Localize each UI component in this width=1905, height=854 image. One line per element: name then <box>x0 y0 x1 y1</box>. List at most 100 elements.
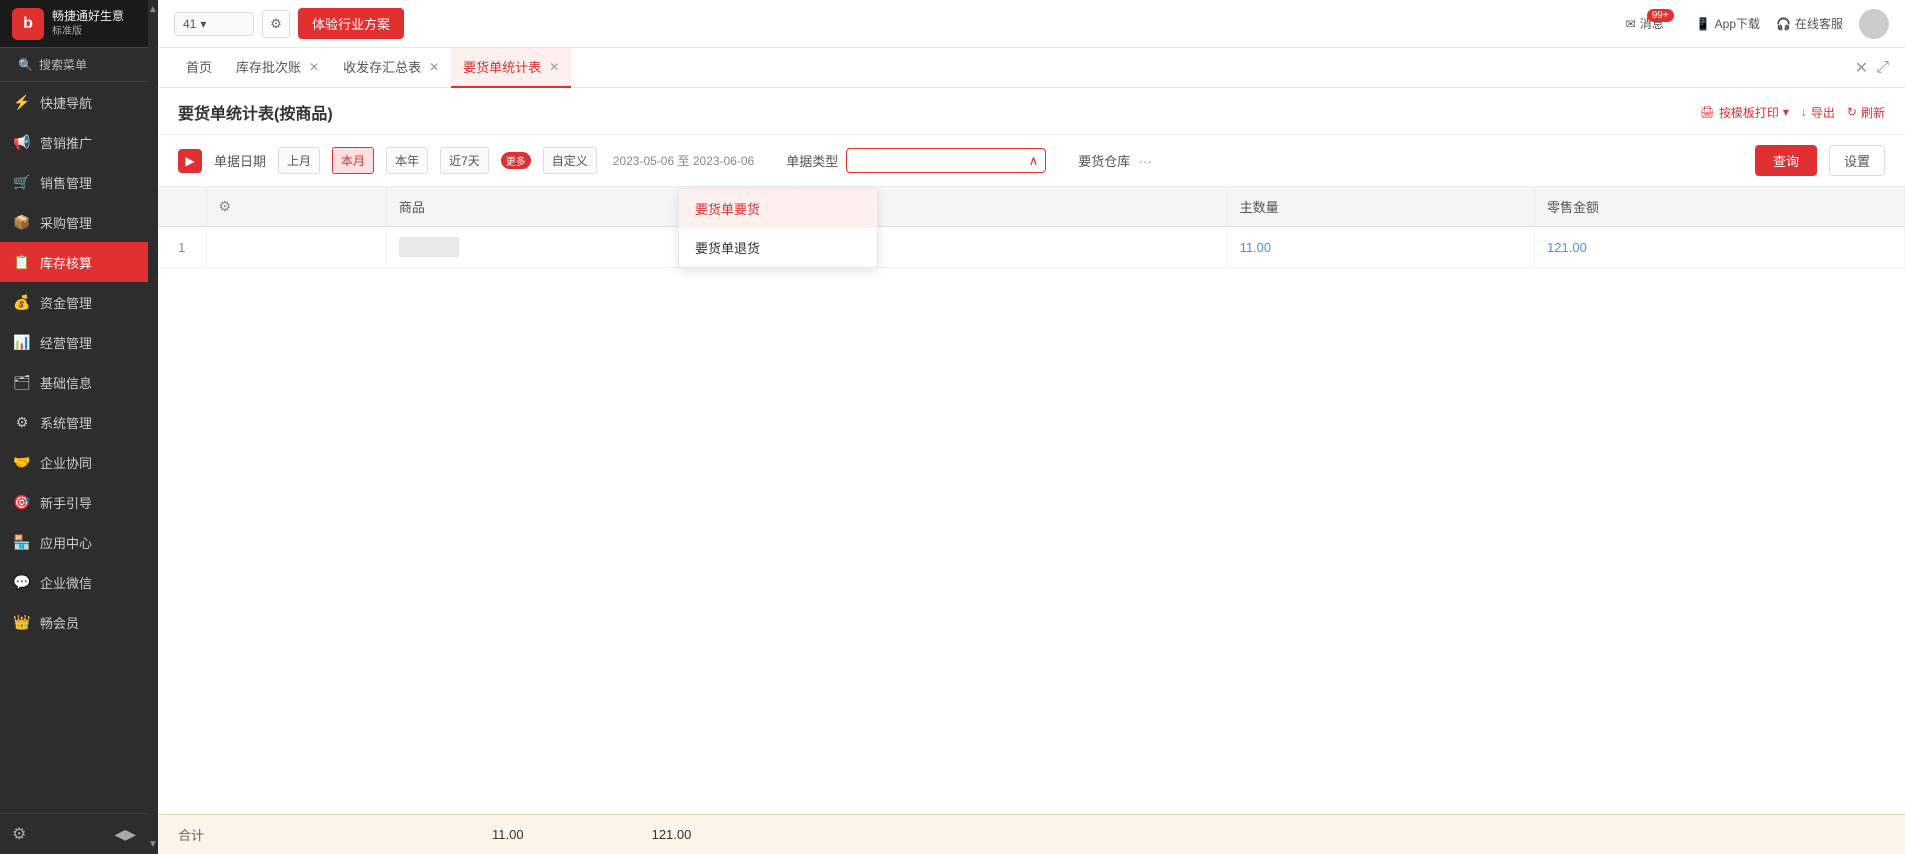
tab-home[interactable]: 首页 <box>174 48 224 88</box>
industry-btn[interactable]: 体验行业方案 <box>298 8 404 39</box>
filter-bar: ▶ 单据日期 上月 本月 本年 近7天 更多 自定义 2023-05-06 至 … <box>158 135 1905 187</box>
date-this-year-btn[interactable]: 本年 <box>386 147 428 174</box>
sidebar-item-label: 畅会员 <box>40 613 79 632</box>
sidebar-item-basics[interactable]: 🗂 基础信息 <box>0 362 148 402</box>
footer-label: 合计 <box>178 825 204 844</box>
cell-seq: 1 <box>158 227 206 268</box>
tab-batch-account[interactable]: 库存批次账 ✕ <box>224 48 331 88</box>
quantity-link[interactable]: 11.00 <box>1240 240 1272 255</box>
tab-collect-label: 收发存汇总表 <box>343 57 421 76</box>
expand-icon: ▶ <box>185 154 194 168</box>
sidebar-item-guide[interactable]: 🎯 新手引导 <box>0 482 148 522</box>
tab-collect-close[interactable]: ✕ <box>429 60 439 74</box>
print-btn[interactable]: 🖨 按模板打印 ▾ <box>1700 104 1789 121</box>
col-amount: 零售金额 <box>1535 187 1905 227</box>
sidebar-item-collab[interactable]: 🤝 企业协同 <box>0 442 148 482</box>
amount-link[interactable]: 121.00 <box>1547 240 1587 255</box>
date-this-month-btn[interactable]: 本月 <box>332 147 374 174</box>
tab-batch-close[interactable]: ✕ <box>309 60 319 74</box>
tab-maximize-btn[interactable]: ✕ ⤢ <box>1855 58 1889 78</box>
user-avatar[interactable] <box>1859 9 1889 39</box>
type-arrow-icon[interactable]: ∧ <box>1029 153 1039 169</box>
date-7days-btn[interactable]: 近7天 <box>440 147 489 174</box>
inventory-icon: 📋 <box>12 252 32 272</box>
topbar-left: 41 ▾ ⚙ 体验行业方案 <box>174 8 404 39</box>
dropdown-item-order-return[interactable]: 要货单退货 <box>679 228 877 267</box>
tab-order-stats[interactable]: 要货单统计表 ✕ <box>451 48 571 88</box>
date-more-badge[interactable]: 更多 <box>501 152 531 169</box>
sidebar-item-quick-nav[interactable]: ⚡ 快捷导航 <box>0 82 148 122</box>
sidebar-item-finance[interactable]: 💰 资金管理 <box>0 282 148 322</box>
sidebar-nav: ⚡ 快捷导航 📢 营销推广 🛒 销售管理 📦 采购管理 📋 库存核算 💰 资金管… <box>0 82 148 813</box>
member-icon: 👑 <box>12 612 32 632</box>
sidebar-scroll: ▲ ▼ <box>148 0 158 854</box>
purchase-icon: 📦 <box>12 212 32 232</box>
sidebar-item-label: 经营管理 <box>40 333 92 352</box>
sidebar-item-wechat[interactable]: 💬 企业微信 <box>0 562 148 602</box>
messages-btn[interactable]: ✉ 消息 99+ <box>1626 15 1664 32</box>
type-input-wrapper: ∧ <box>846 148 1046 173</box>
print-label: 按模板打印 <box>1719 104 1779 121</box>
sidebar-item-label: 应用中心 <box>40 533 92 552</box>
dropdown-item-label: 要货单要货 <box>695 202 760 217</box>
system-icon: ⚙ <box>12 412 32 432</box>
sidebar-item-marketing[interactable]: 📢 营销推广 <box>0 122 148 162</box>
sidebar-item-label: 企业协同 <box>40 453 92 472</box>
product-placeholder <box>399 237 459 257</box>
search-icon: 🔍 <box>18 58 33 72</box>
warehouse-section: 要货仓库 ··· <box>1078 151 1152 170</box>
settings-footer-icon[interactable]: ⚙ <box>12 824 26 844</box>
date-last-month-btn[interactable]: 上月 <box>278 147 320 174</box>
table-area: ⚙ 商品 主计量单位 主数量 零售金额 1 块 <box>158 187 1905 814</box>
dropdown-item-order-goods[interactable]: 要货单要货 <box>679 189 877 228</box>
app-title: 畅捷通好生意 标准版 <box>52 9 124 38</box>
chevron-down-icon: ▾ <box>200 17 206 31</box>
refresh-icon: ↻ <box>1847 105 1857 119</box>
query-btn[interactable]: 查询 <box>1755 145 1817 176</box>
filter-expand-btn[interactable]: ▶ <box>178 149 202 173</box>
finance-icon: 💰 <box>12 292 32 312</box>
collab-icon: 🤝 <box>12 452 32 472</box>
date-custom-btn[interactable]: 自定义 <box>543 147 597 174</box>
sidebar-item-system[interactable]: ⚙ 系统管理 <box>0 402 148 442</box>
tab-collect-total[interactable]: 收发存汇总表 ✕ <box>331 48 451 88</box>
sidebar-item-operations[interactable]: 📊 经营管理 <box>0 322 148 362</box>
export-btn[interactable]: ↓ 导出 <box>1801 104 1835 121</box>
data-table: ⚙ 商品 主计量单位 主数量 零售金额 1 块 <box>158 187 1905 268</box>
col-seq <box>158 187 206 227</box>
online-service-btn[interactable]: 🎧 在线客服 <box>1776 15 1843 32</box>
gear-icon: ⚙ <box>270 16 282 32</box>
footer-quantity: 11.00 <box>492 827 524 842</box>
company-selector[interactable]: 41 ▾ <box>174 12 254 36</box>
sidebar-item-apps[interactable]: 🏪 应用中心 <box>0 522 148 562</box>
guide-icon: 🎯 <box>12 492 32 512</box>
app-download-btn[interactable]: 📱 App下载 <box>1696 15 1760 32</box>
page-header: 要货单统计表(按商品) 🖨 按模板打印 ▾ ↓ 导出 ↻ 刷新 <box>158 88 1905 135</box>
sidebar-item-label: 新手引导 <box>40 493 92 512</box>
topbar-gear-btn[interactable]: ⚙ <box>262 10 290 38</box>
sidebar-item-inventory[interactable]: 📋 库存核算 <box>0 242 148 282</box>
sidebar-item-sales[interactable]: 🛒 销售管理 <box>0 162 148 202</box>
app-logo: b <box>12 8 44 40</box>
warehouse-dots-btn[interactable]: ··· <box>1138 153 1152 169</box>
sidebar-search[interactable]: 🔍 搜索菜单 <box>0 48 148 82</box>
refresh-btn[interactable]: ↻ 刷新 <box>1847 104 1885 121</box>
table-row: 1 块 11.00 121.00 <box>158 227 1905 268</box>
tab-order-close[interactable]: ✕ <box>549 60 559 74</box>
warehouse-label: 要货仓库 <box>1078 151 1130 170</box>
col-quantity: 主数量 <box>1227 187 1534 227</box>
table-settings-icon[interactable]: ⚙ <box>219 198 232 214</box>
sidebar-item-purchase[interactable]: 📦 采购管理 <box>0 202 148 242</box>
date-range-display: 2023-05-06 至 2023-06-06 <box>613 152 754 169</box>
sidebar-item-member[interactable]: 👑 畅会员 <box>0 602 148 642</box>
settings-filter-btn[interactable]: 设置 <box>1829 145 1885 176</box>
search-label: 搜索菜单 <box>39 56 87 73</box>
tab-order-label: 要货单统计表 <box>463 57 541 76</box>
collapse-icon[interactable]: ◀▶ <box>114 826 136 843</box>
date-label: 单据日期 <box>214 151 266 170</box>
type-input[interactable] <box>846 148 1046 173</box>
tabs-bar: 首页 库存批次账 ✕ 收发存汇总表 ✕ 要货单统计表 ✕ ✕ ⤢ <box>158 48 1905 88</box>
topbar-right: ✉ 消息 99+ 📱 App下载 🎧 在线客服 <box>1626 9 1889 39</box>
company-value: 41 <box>183 17 196 31</box>
sidebar-item-label: 企业微信 <box>40 573 92 592</box>
